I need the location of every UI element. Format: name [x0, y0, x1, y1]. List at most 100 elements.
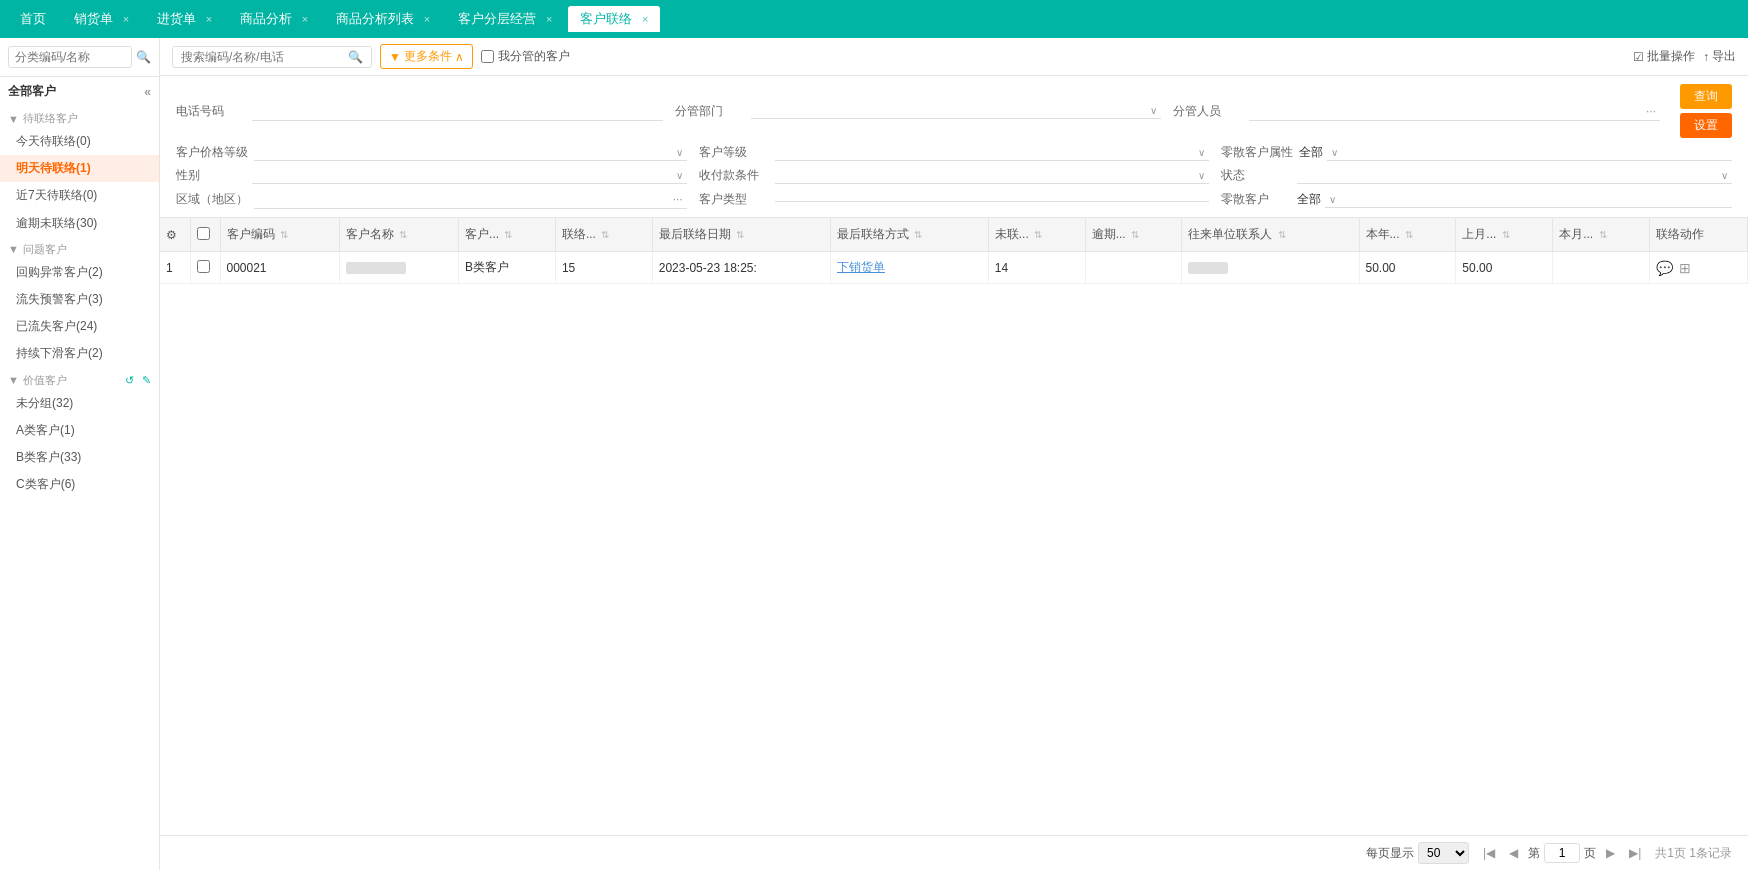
this-year-sort-icon[interactable]: ⇅ [1405, 229, 1413, 240]
nav-customer-contact[interactable]: 客户联络 × [568, 6, 660, 32]
not-contacted-sort-icon[interactable]: ⇅ [1034, 229, 1042, 240]
retail-customer-value: 全部 [1297, 191, 1321, 208]
sidebar-search-icon[interactable]: 🔍 [136, 50, 151, 64]
nav-purchase[interactable]: 进货单 × [145, 6, 224, 32]
customer-type-select[interactable] [775, 197, 1210, 202]
col-overdue: 逾期... ⇅ [1085, 218, 1182, 252]
last-method-sort-icon[interactable]: ⇅ [914, 229, 922, 240]
toolbar-search-icon[interactable]: 🔍 [348, 50, 363, 64]
my-customers-checkbox[interactable] [481, 50, 494, 63]
top-navigation: 首页 销货单 × 进货单 × 商品分析 × 商品分析列表 × 客户分层经营 × … [0, 0, 1748, 38]
status-select[interactable]: ∨ [1297, 168, 1732, 184]
type-sort-icon[interactable]: ⇅ [504, 229, 512, 240]
more-conditions-button[interactable]: ▼ 更多条件 ∧ [380, 44, 473, 69]
all-customers-title[interactable]: 全部客户 « [0, 77, 159, 106]
per-page-label: 每页显示 [1366, 845, 1414, 862]
retail-customer-select-wrap: 全部 ∨ [1297, 191, 1732, 208]
page-number-input[interactable] [1544, 843, 1580, 863]
comment-action-icon[interactable]: 💬 [1656, 260, 1673, 276]
export-icon: ↑ [1703, 50, 1709, 64]
nav-customer-stratification[interactable]: 客户分层经营 × [446, 6, 564, 32]
nav-sales[interactable]: 销货单 × [62, 6, 141, 32]
phone-input[interactable] [252, 102, 663, 121]
cell-last-month: 50.00 [1456, 252, 1553, 284]
select-all-checkbox[interactable] [197, 227, 210, 240]
person-label: 分管人员 [1173, 103, 1243, 120]
value-group-edit-icon[interactable]: ✎ [142, 374, 151, 387]
my-customers-checkbox-label[interactable]: 我分管的客户 [481, 48, 570, 65]
prev-page-button[interactable]: ◀ [1505, 844, 1522, 862]
all-customers-label: 全部客户 [8, 83, 56, 100]
retail-attr-select[interactable]: ∨ [1327, 145, 1732, 161]
export-button[interactable]: ↑ 导出 [1703, 48, 1736, 65]
retail-customer-select[interactable]: ∨ [1325, 192, 1732, 208]
sidebar-item-abnormal-repurchase[interactable]: 回购异常客户(2) [0, 259, 159, 286]
sidebar-item-ungrouped[interactable]: 未分组(32) [0, 390, 159, 417]
grid-action-icon[interactable]: ⊞ [1679, 260, 1691, 276]
row-checkbox[interactable] [197, 260, 210, 273]
page-input-group: 第 页 [1528, 843, 1596, 863]
query-button[interactable]: 查询 [1680, 84, 1732, 109]
sidebar-item-today-pending[interactable]: 今天待联络(0) [0, 128, 159, 155]
gender-select[interactable]: ∨ [252, 168, 687, 184]
cell-name [339, 252, 458, 284]
toolbar-search-input[interactable] [181, 50, 344, 64]
nav-product-analysis-list[interactable]: 商品分析列表 × [324, 6, 442, 32]
code-sort-icon[interactable]: ⇅ [280, 229, 288, 240]
last-month-sort-icon[interactable]: ⇅ [1502, 229, 1510, 240]
sidebar-item-class-a[interactable]: A类客户(1) [0, 417, 159, 444]
region-dots-icon[interactable]: ··· [673, 192, 683, 206]
last-contact-method-link[interactable]: 下销货单 [837, 260, 885, 274]
dept-label: 分管部门 [675, 103, 745, 120]
filter-payment-terms: 收付款条件 ∨ [699, 167, 1210, 184]
retail-attr-label: 零散客户属性 [1221, 144, 1293, 161]
next-page-button[interactable]: ▶ [1602, 844, 1619, 862]
close-customer-stratification-icon[interactable]: × [546, 13, 552, 25]
close-sales-icon[interactable]: × [123, 13, 129, 25]
value-group-refresh-icon[interactable]: ↺ [125, 374, 134, 387]
close-product-analysis-list-icon[interactable]: × [424, 13, 430, 25]
sidebar-item-churned[interactable]: 已流失客户(24) [0, 313, 159, 340]
retail-customer-chevron-icon: ∨ [1329, 194, 1336, 205]
dept-select[interactable]: ∨ [751, 103, 1162, 119]
overdue-sort-icon[interactable]: ⇅ [1131, 229, 1139, 240]
person-dots-icon[interactable]: ··· [1646, 104, 1656, 118]
contacts-sort-icon[interactable]: ⇅ [601, 229, 609, 240]
customer-level-select[interactable]: ∨ [775, 145, 1210, 161]
customer-price-level-select[interactable]: ∨ [254, 145, 687, 161]
close-purchase-icon[interactable]: × [206, 13, 212, 25]
settings-button[interactable]: 设置 [1680, 113, 1732, 138]
sidebar-item-tomorrow-pending[interactable]: 明天待联络(1) [0, 155, 159, 182]
nav-home[interactable]: 首页 [8, 6, 58, 32]
sidebar: 🔍 全部客户 « ▼ 待联络客户 今天待联络(0) 明天待联络(1) 近7天待联… [0, 38, 160, 870]
first-page-button[interactable]: |◀ [1479, 844, 1499, 862]
sidebar-item-overdue-pending[interactable]: 逾期未联络(30) [0, 210, 159, 237]
nav-product-analysis[interactable]: 商品分析 × [228, 6, 320, 32]
settings-gear-icon[interactable]: ⚙ [166, 228, 177, 242]
cell-overdue [1085, 252, 1182, 284]
sidebar-item-class-c[interactable]: C类客户(6) [0, 471, 159, 498]
contacts-person-sort-icon[interactable]: ⇅ [1278, 229, 1286, 240]
name-sort-icon[interactable]: ⇅ [399, 229, 407, 240]
level-chevron-icon: ∨ [1198, 147, 1205, 158]
per-page-select[interactable]: 50 100 200 [1418, 842, 1469, 864]
close-product-analysis-icon[interactable]: × [302, 13, 308, 25]
sidebar-item-churn-warning[interactable]: 流失预警客户(3) [0, 286, 159, 313]
close-customer-contact-icon[interactable]: × [642, 13, 648, 25]
batch-operation-button[interactable]: ☑ 批量操作 [1633, 48, 1695, 65]
this-month-sort-icon[interactable]: ⇅ [1599, 229, 1607, 240]
last-page-button[interactable]: ▶| [1625, 844, 1645, 862]
problem-group-label: ▼ 问题客户 [0, 237, 159, 259]
region-label: 区域（地区） [176, 191, 248, 208]
sidebar-item-class-b[interactable]: B类客户(33) [0, 444, 159, 471]
payment-terms-select[interactable]: ∨ [775, 168, 1210, 184]
customer-type-label: 客户类型 [699, 191, 769, 208]
customer-level-label: 客户等级 [699, 144, 769, 161]
sidebar-item-declining[interactable]: 持续下滑客户(2) [0, 340, 159, 367]
last-date-sort-icon[interactable]: ⇅ [736, 229, 744, 240]
filter-status: 状态 ∨ [1221, 167, 1732, 184]
filter-customer-type: 客户类型 [699, 191, 1210, 208]
cell-contacts: 15 [555, 252, 652, 284]
sidebar-search-input[interactable] [8, 46, 132, 68]
sidebar-item-7days-pending[interactable]: 近7天待联络(0) [0, 182, 159, 209]
